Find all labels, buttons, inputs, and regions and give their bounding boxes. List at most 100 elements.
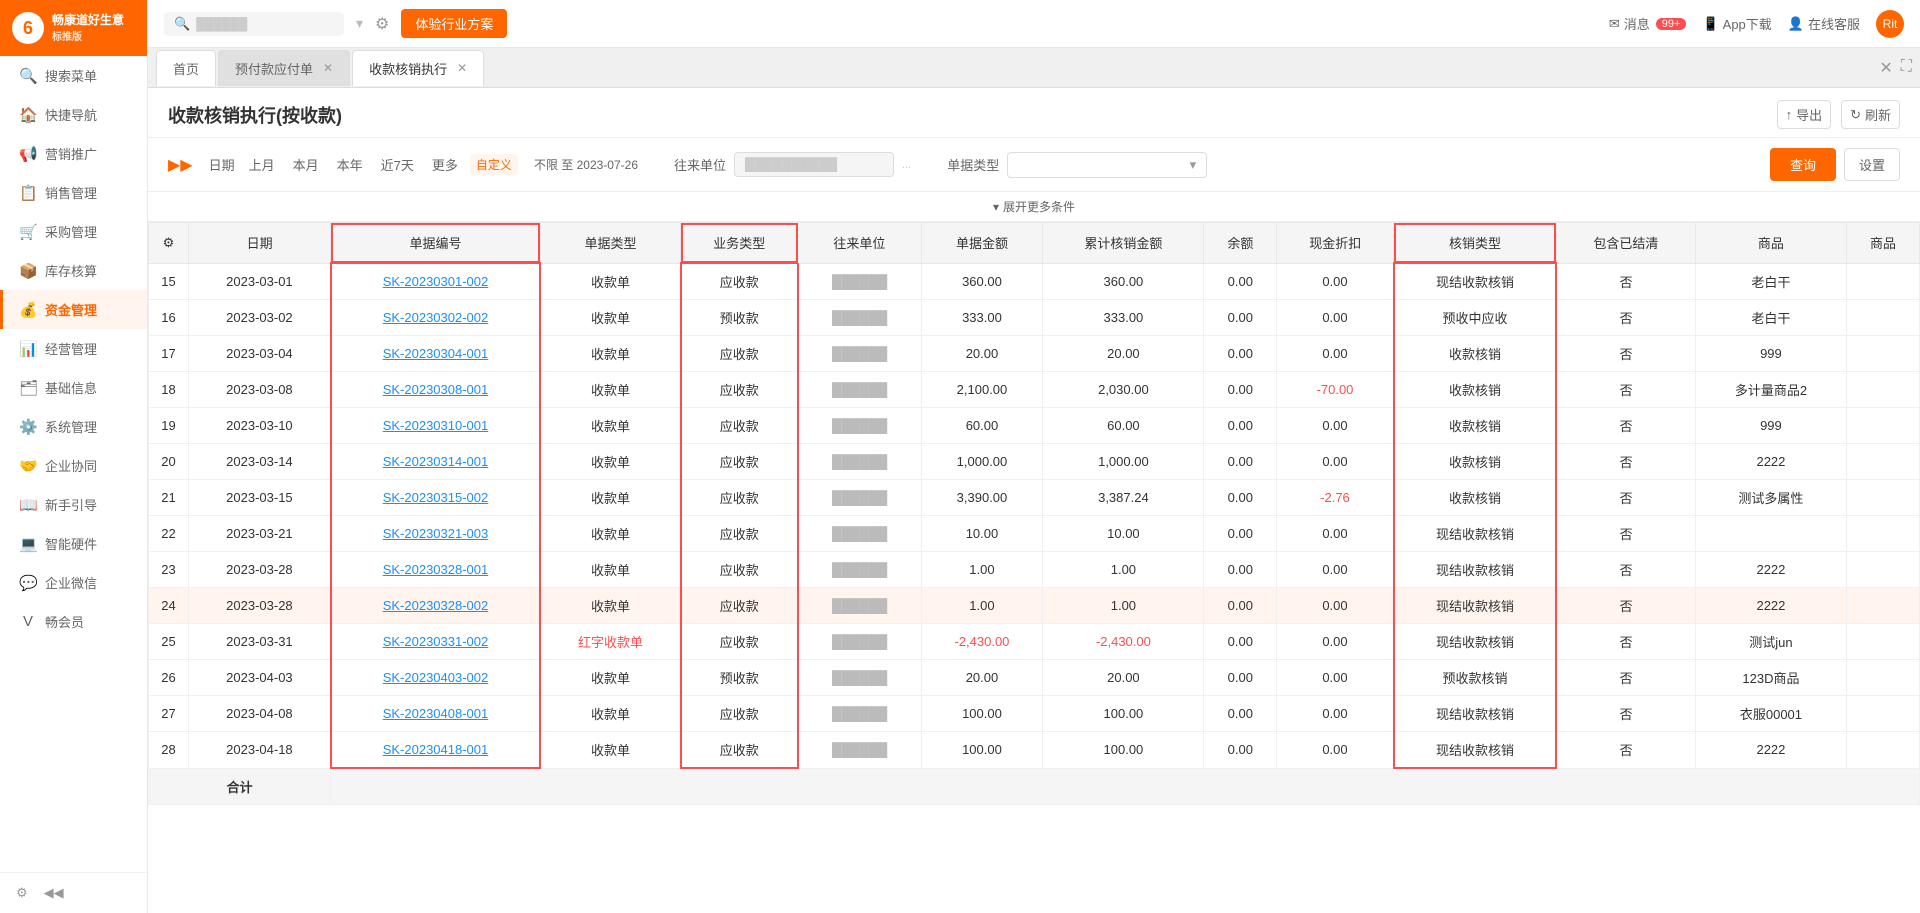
sidebar-item-system[interactable]: ⚙️ 系统管理 <box>0 407 147 446</box>
date-7days[interactable]: 近7天 <box>375 153 420 176</box>
sidebar-item-hardware[interactable]: 💻 智能硬件 <box>0 524 147 563</box>
user-avatar[interactable]: Rit <box>1876 10 1904 38</box>
cell-biz-type: 应收款 <box>681 588 798 624</box>
date-this-month[interactable]: 本月 <box>287 153 325 176</box>
logo-badge: 标推版 <box>52 28 124 43</box>
settings-icon[interactable]: ⚙ <box>16 885 28 901</box>
cell-partner: ██████ <box>798 552 921 588</box>
sidebar-item-marketing[interactable]: 📢 营销推广 <box>0 134 147 173</box>
doc-no-link[interactable]: SK-20230308-001 <box>383 382 489 397</box>
message-area[interactable]: ✉ 消息 99+ <box>1609 14 1687 33</box>
th-product2[interactable]: 商品 <box>1847 223 1920 264</box>
export-button[interactable]: ↑ 导出 <box>1777 100 1832 129</box>
cell-balance: 0.00 <box>1204 624 1277 660</box>
doc-no-link[interactable]: SK-20230331-002 <box>383 634 489 649</box>
filter-toggle-btn[interactable]: ▶▶ <box>168 155 193 175</box>
sidebar-item-label: 经营管理 <box>45 339 97 358</box>
industry-solution-button[interactable]: 体验行业方案 <box>401 9 507 38</box>
sidebar-bottom: ⚙ ◀◀ <box>0 872 147 913</box>
th-included[interactable]: 包含已结清 <box>1556 223 1695 264</box>
filter-action-buttons: 查询 设置 <box>1770 148 1900 181</box>
tab-prepay[interactable]: 预付款应付单 ✕ <box>218 50 350 86</box>
app-download-area[interactable]: 📱 App下载 <box>1702 14 1771 33</box>
tab-receipt[interactable]: 收款核销执行 ✕ <box>352 50 484 86</box>
cell-date: 2023-03-21 <box>189 516 331 552</box>
message-icon: ✉ <box>1609 16 1620 32</box>
sidebar-item-guide[interactable]: 📖 新手引导 <box>0 485 147 524</box>
doc-no-link[interactable]: SK-20230328-002 <box>383 598 489 613</box>
th-balance[interactable]: 余额 <box>1204 223 1277 264</box>
gear-icon[interactable]: ⚙ <box>375 14 389 34</box>
th-settings[interactable]: ⚙ <box>149 223 189 264</box>
dropdown-arrow-icon[interactable]: ▾ <box>356 15 363 32</box>
tab-fullscreen-icon[interactable]: ⛶ <box>1901 58 1912 78</box>
date-custom[interactable]: 自定义 <box>470 154 518 175</box>
table-row: 20 2023-03-14 SK-20230314-001 收款单 应收款 ██… <box>149 444 1920 480</box>
doc-no-link[interactable]: SK-20230328-001 <box>383 562 489 577</box>
table-footer-row: 合计 <box>149 768 1920 804</box>
doc-no-link[interactable]: SK-20230408-001 <box>383 706 489 721</box>
date-more[interactable]: 更多 <box>426 153 464 176</box>
cell-product1: 123D商品 <box>1695 660 1846 696</box>
refresh-button[interactable]: ↻ 刷新 <box>1841 100 1900 129</box>
th-date[interactable]: 日期 <box>189 223 331 264</box>
th-product1[interactable]: 商品 <box>1695 223 1846 264</box>
th-discount[interactable]: 现金折扣 <box>1277 223 1394 264</box>
cell-partner: ██████ <box>798 516 921 552</box>
sidebar-item-search[interactable]: 🔍 搜索菜单 <box>0 56 147 95</box>
doc-no-link[interactable]: SK-20230302-002 <box>383 310 489 325</box>
date-this-year[interactable]: 本年 <box>331 153 369 176</box>
sidebar-item-sales[interactable]: 📋 销售管理 <box>0 173 147 212</box>
sidebar-item-finance[interactable]: 💰 资金管理 <box>0 290 147 329</box>
sidebar-item-wechat[interactable]: 💬 企业微信 <box>0 563 147 602</box>
doc-no-link[interactable]: SK-20230314-001 <box>383 454 489 469</box>
tab-home[interactable]: 首页 <box>156 50 216 86</box>
sidebar-item-member[interactable]: V 畅会员 <box>0 602 147 641</box>
sidebar-item-basic[interactable]: 🗂 基础信息 <box>0 368 147 407</box>
tab-receipt-close-icon[interactable]: ✕ <box>457 61 467 75</box>
tab-close-all-icon[interactable]: ✕ <box>1879 58 1892 78</box>
cell-biz-type: 应收款 <box>681 624 798 660</box>
sidebar-item-shortcut[interactable]: 🏠 快捷导航 <box>0 95 147 134</box>
doc-no-link[interactable]: SK-20230418-001 <box>383 742 489 757</box>
expand-more-button[interactable]: ▾ 展开更多条件 <box>993 198 1075 215</box>
sidebar-item-corp[interactable]: 🤝 企业协同 <box>0 446 147 485</box>
cell-product2 <box>1847 516 1920 552</box>
service-area[interactable]: 👤 在线客服 <box>1788 14 1860 33</box>
th-amount[interactable]: 单据金额 <box>921 223 1043 264</box>
query-button[interactable]: 查询 <box>1770 148 1836 181</box>
cell-cum-amount: 100.00 <box>1043 732 1204 769</box>
expand-icon: ▾ <box>993 200 999 214</box>
th-biz-type[interactable]: 业务类型 <box>681 223 798 264</box>
doc-type-select[interactable]: ▾ <box>1007 152 1207 178</box>
cell-date: 2023-03-28 <box>189 588 331 624</box>
tabbar: 首页 预付款应付单 ✕ 收款核销执行 ✕ ✕ ⛶ <box>148 48 1920 88</box>
sidebar-item-purchase[interactable]: 🛒 采购管理 <box>0 212 147 251</box>
doc-no-link[interactable]: SK-20230403-002 <box>383 670 489 685</box>
doc-no-link[interactable]: SK-20230321-003 <box>383 526 489 541</box>
date-prev-month[interactable]: 上月 <box>243 153 281 176</box>
tab-prepay-close-icon[interactable]: ✕ <box>323 61 333 75</box>
sidebar-item-operation[interactable]: 📊 经营管理 <box>0 329 147 368</box>
th-cancel-type[interactable]: 核销类型 <box>1394 223 1557 264</box>
cell-discount: 0.00 <box>1277 336 1394 372</box>
cell-no: 16 <box>149 300 189 336</box>
th-doc-type[interactable]: 单据类型 <box>540 223 681 264</box>
collapse-icon[interactable]: ◀◀ <box>44 885 64 901</box>
doc-no-link[interactable]: SK-20230301-002 <box>383 274 489 289</box>
cell-no: 24 <box>149 588 189 624</box>
mobile-icon: 📱 <box>1702 16 1718 32</box>
doc-no-link[interactable]: SK-20230315-002 <box>383 490 489 505</box>
settings-button[interactable]: 设置 <box>1844 148 1900 181</box>
doc-no-link[interactable]: SK-20230304-001 <box>383 346 489 361</box>
th-partner[interactable]: 往来单位 <box>798 223 921 264</box>
cell-product2 <box>1847 624 1920 660</box>
th-cum-amount[interactable]: 累计核销金额 <box>1043 223 1204 264</box>
doc-no-link[interactable]: SK-20230310-001 <box>383 418 489 433</box>
partner-input[interactable] <box>734 152 894 177</box>
cell-amount: 20.00 <box>921 660 1043 696</box>
sidebar-item-inventory[interactable]: 📦 库存核算 <box>0 251 147 290</box>
cell-doc-no: SK-20230408-001 <box>331 696 540 732</box>
th-doc-no[interactable]: 单据编号 <box>331 223 540 264</box>
sidebar-item-label: 采购管理 <box>45 222 97 241</box>
